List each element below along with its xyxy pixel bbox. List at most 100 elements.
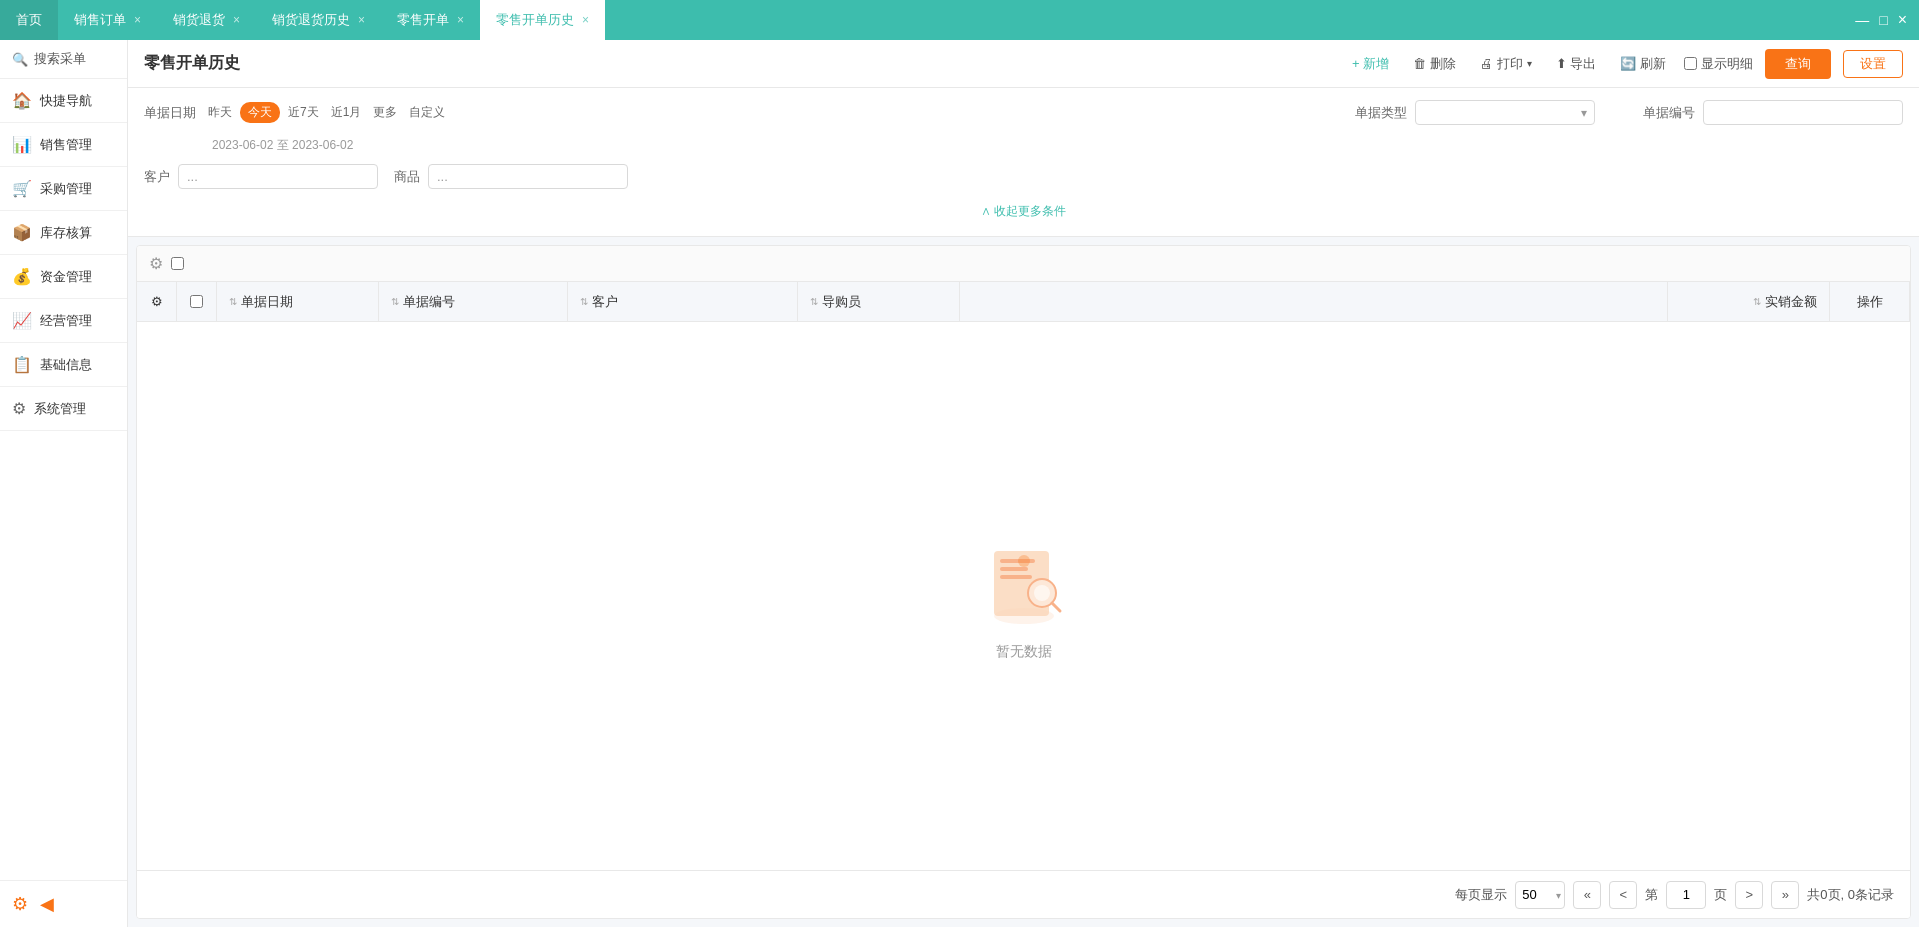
print-label: 打印 <box>1497 55 1523 73</box>
type-select[interactable] <box>1415 100 1595 125</box>
tab-sales-return-history[interactable]: 销货退货历史 × <box>256 0 381 40</box>
tab-sales-order[interactable]: 销售订单 × <box>58 0 157 40</box>
tab-sales-return-history-label: 销货退货历史 <box>272 11 350 29</box>
table-toolbar: ⚙ <box>137 246 1910 282</box>
customer-dots-icon: ... <box>187 169 198 184</box>
sidebar-item-finance[interactable]: 💰 资金管理 <box>0 255 127 299</box>
num-filter-label: 单据编号 <box>1643 104 1695 122</box>
page-number-input[interactable]: 1 <box>1666 881 1706 909</box>
tab-retail-order-history-close[interactable]: × <box>582 13 589 27</box>
sidebar-item-quick-nav[interactable]: 🏠 快捷导航 <box>0 79 127 123</box>
th-select-all[interactable] <box>190 295 203 308</box>
select-all-checkbox[interactable] <box>171 257 184 270</box>
th-settings-icon: ⚙ <box>151 294 163 309</box>
total-info: 共0页, 0条记录 <box>1807 886 1894 904</box>
collapse-sidebar-icon[interactable]: ◀ <box>40 893 54 915</box>
table-settings-icon[interactable]: ⚙ <box>149 254 163 273</box>
tab-sales-return-close[interactable]: × <box>233 13 240 27</box>
goods-input[interactable]: ... <box>428 164 628 189</box>
tab-retail-order-history[interactable]: 零售开单历史 × <box>480 0 605 40</box>
add-button[interactable]: + 新增 <box>1346 51 1395 77</box>
th-customer: ⇅ 客户 <box>568 282 798 321</box>
th-amount-sort-icon[interactable]: ⇅ <box>1753 296 1761 307</box>
th-guide: ⇅ 导购员 <box>798 282 960 321</box>
num-input[interactable] <box>1703 100 1903 125</box>
sidebar-item-system-label: 系统管理 <box>34 400 86 418</box>
sidebar-item-system[interactable]: ⚙ 系统管理 <box>0 387 127 431</box>
settings-gear-icon[interactable]: ⚙ <box>12 893 28 915</box>
top-nav: 首页 销售订单 × 销货退货 × 销货退货历史 × 零售开单 × 零售开单历史 … <box>0 0 1919 40</box>
first-page-btn[interactable]: « <box>1573 881 1601 909</box>
th-guide-sort-icon[interactable]: ⇅ <box>810 296 818 307</box>
query-button[interactable]: 查询 <box>1765 49 1831 79</box>
date-btn-yesterday[interactable]: 昨天 <box>204 102 236 123</box>
customer-filter-label: 客户 <box>144 168 170 186</box>
th-checkbox[interactable] <box>177 282 217 321</box>
svg-point-6 <box>1034 585 1050 601</box>
sidebar-search[interactable]: 🔍 搜索采单 <box>0 40 127 79</box>
close-window-btn[interactable]: × <box>1898 11 1907 29</box>
sidebar-item-quick-nav-label: 快捷导航 <box>40 92 92 110</box>
sidebar-item-operations[interactable]: 📈 经营管理 <box>0 299 127 343</box>
table-header: ⚙ ⇅ 单据日期 ⇅ 单据编号 ⇅ 客户 ⇅ <box>137 282 1910 322</box>
tab-retail-order[interactable]: 零售开单 × <box>381 0 480 40</box>
setting-button[interactable]: 设置 <box>1843 50 1903 78</box>
type-select-wrapper: ▾ <box>1415 100 1595 125</box>
per-page-select[interactable]: 20 50 100 <box>1515 881 1565 909</box>
sidebar-item-base-info-label: 基础信息 <box>40 356 92 374</box>
customer-input[interactable]: ... <box>178 164 378 189</box>
tab-retail-order-label: 零售开单 <box>397 11 449 29</box>
date-btn-today[interactable]: 今天 <box>240 102 280 123</box>
tab-home[interactable]: 首页 <box>0 0 58 40</box>
tab-sales-return-history-close[interactable]: × <box>358 13 365 27</box>
sidebar-item-purchase[interactable]: 🛒 采购管理 <box>0 167 127 211</box>
th-date-sort-icon[interactable]: ⇅ <box>229 296 237 307</box>
search-icon: 🔍 <box>12 52 28 67</box>
tab-home-label: 首页 <box>16 11 42 29</box>
svg-line-7 <box>1052 603 1060 611</box>
th-cust-sort-icon[interactable]: ⇅ <box>580 296 588 307</box>
th-num-sort-icon[interactable]: ⇅ <box>391 296 399 307</box>
delete-button[interactable]: 🗑 删除 <box>1407 51 1462 77</box>
th-ops: 操作 <box>1830 282 1910 321</box>
display-detail-label: 显示明细 <box>1701 55 1753 73</box>
main-layout: 🔍 搜索采单 🏠 快捷导航 📊 销售管理 🛒 采购管理 📦 库存核算 💰 资金管… <box>0 40 1919 927</box>
maximize-btn[interactable]: □ <box>1879 12 1887 28</box>
display-detail-checkbox[interactable]: 显示明细 <box>1684 55 1753 73</box>
date-btn-custom[interactable]: 自定义 <box>405 102 449 123</box>
refresh-button[interactable]: 🔄 刷新 <box>1614 51 1672 77</box>
collapse-label: 收起更多条件 <box>994 204 1066 218</box>
date-btn-more[interactable]: 更多 <box>369 102 401 123</box>
export-button[interactable]: ⬆ 导出 <box>1550 51 1603 77</box>
prev-page-btn[interactable]: < <box>1609 881 1637 909</box>
filter-row-1: 单据日期 昨天 今天 近7天 近1月 更多 自定义 单据类型 <box>144 100 1903 125</box>
date-range-display: 2023-06-02 至 2023-06-02 <box>212 138 353 152</box>
sidebar-item-sales[interactable]: 📊 销售管理 <box>0 123 127 167</box>
collapse-bar[interactable]: ∧ 收起更多条件 <box>144 199 1903 224</box>
last-page-btn[interactable]: » <box>1771 881 1799 909</box>
next-page-btn[interactable]: > <box>1735 881 1763 909</box>
window-controls: — □ × <box>1855 11 1919 29</box>
sidebar-item-inventory[interactable]: 📦 库存核算 <box>0 211 127 255</box>
tab-sales-order-label: 销售订单 <box>74 11 126 29</box>
sidebar-item-finance-label: 资金管理 <box>40 268 92 286</box>
minimize-btn[interactable]: — <box>1855 12 1869 28</box>
filter-dates: 昨天 今天 近7天 近1月 更多 自定义 <box>204 102 449 123</box>
filter-row-2: 客户 ... 商品 ... <box>144 164 1903 189</box>
system-icon: ⚙ <box>12 399 26 418</box>
tab-sales-return[interactable]: 销货退货 × <box>157 0 256 40</box>
svg-point-8 <box>1018 555 1030 567</box>
tab-sales-return-label: 销货退货 <box>173 11 225 29</box>
display-detail-checkbox-input[interactable] <box>1684 57 1697 70</box>
tab-retail-order-close[interactable]: × <box>457 13 464 27</box>
print-button[interactable]: 🖨 打印 ▾ <box>1474 51 1538 77</box>
sidebar-item-base-info[interactable]: 📋 基础信息 <box>0 343 127 387</box>
tab-sales-order-close[interactable]: × <box>134 13 141 27</box>
th-settings[interactable]: ⚙ <box>137 282 177 321</box>
filter-num-group: 单据编号 <box>1643 100 1903 125</box>
th-num: ⇅ 单据编号 <box>379 282 568 321</box>
date-filter-label: 单据日期 <box>144 104 196 122</box>
date-btn-1month[interactable]: 近1月 <box>327 102 366 123</box>
th-num-label: 单据编号 <box>403 293 455 311</box>
date-btn-7days[interactable]: 近7天 <box>284 102 323 123</box>
